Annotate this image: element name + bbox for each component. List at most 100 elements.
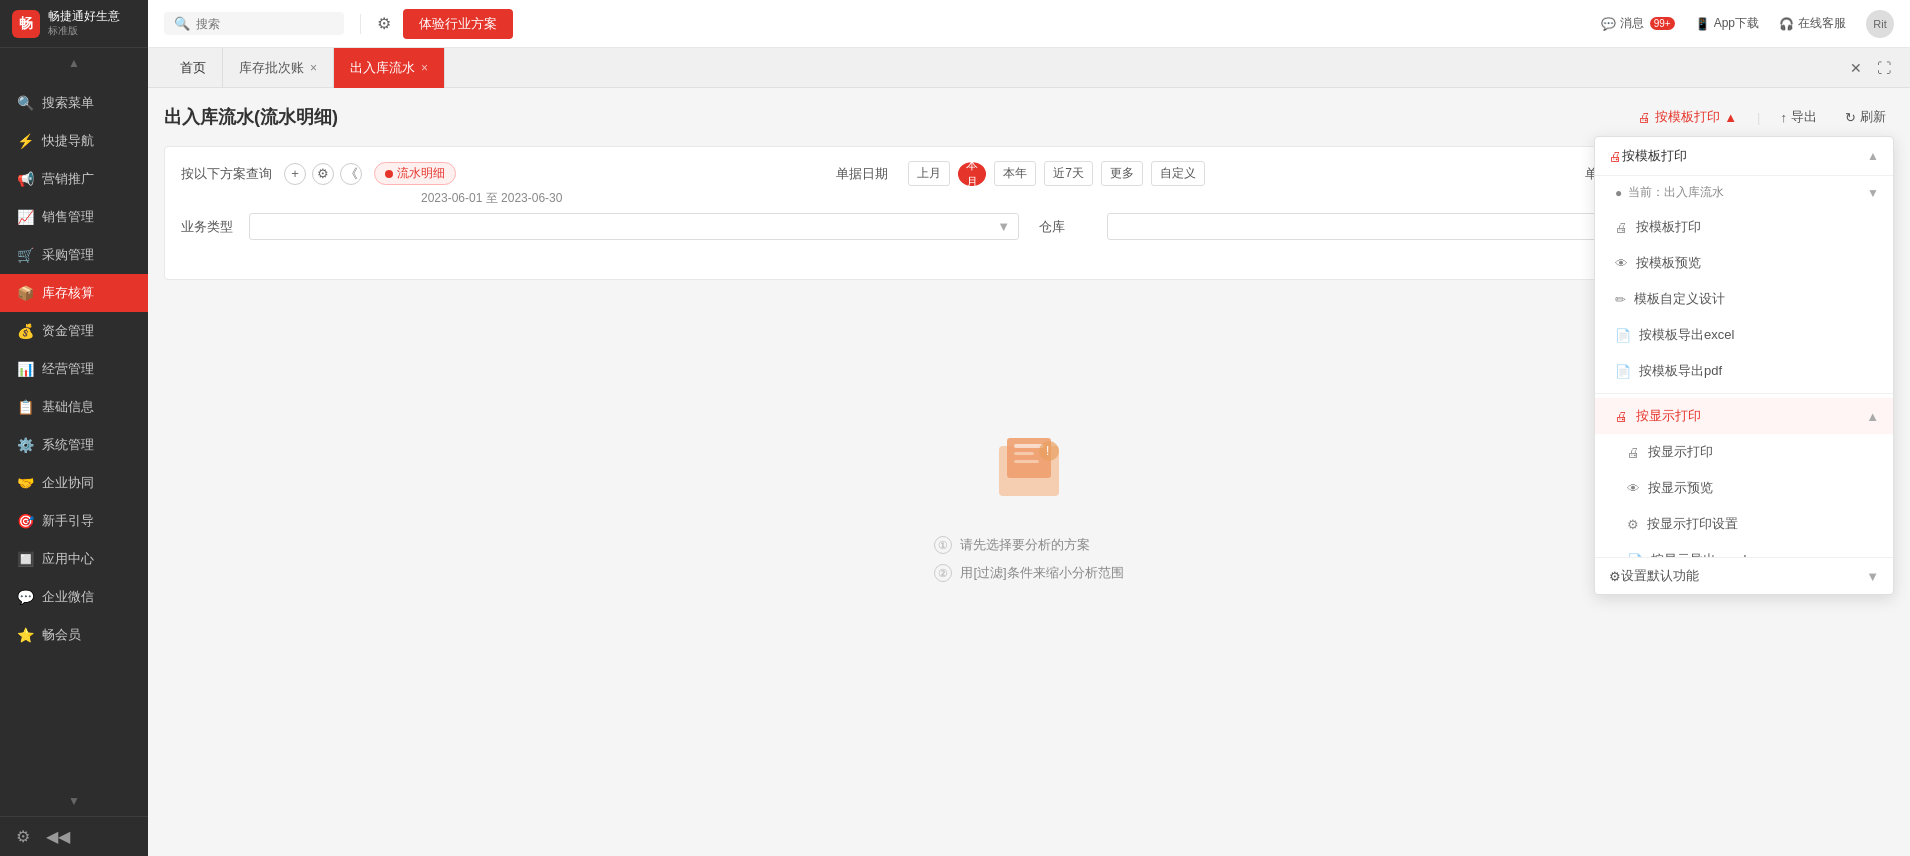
date-last-month-btn[interactable]: 上月: [908, 161, 950, 186]
sidebar-item-member[interactable]: ⭐ 畅会员: [0, 616, 148, 654]
template-custom-icon: ✏: [1615, 292, 1626, 307]
tab-flow-label: 出入库流水: [350, 59, 415, 77]
phone-icon: 📱: [1695, 17, 1710, 31]
dropdown-section-display-print[interactable]: 🖨 按显示打印 ▲: [1595, 398, 1893, 434]
sidebar-item-label: 应用中心: [42, 550, 94, 568]
current-arrow[interactable]: ▼: [1867, 186, 1879, 200]
footer-arrow: ▼: [1866, 569, 1879, 584]
tab-batch-account-label: 库存批次账: [239, 59, 304, 77]
settings-bottom-icon[interactable]: ⚙: [16, 827, 30, 846]
sidebar-item-search[interactable]: 🔍 搜索菜单: [0, 84, 148, 122]
user-avatar-btn[interactable]: Rit: [1866, 10, 1894, 38]
dropdown-item-template-print[interactable]: 🖨 按模板打印: [1595, 209, 1893, 245]
operations-icon: 📊: [16, 360, 34, 378]
date-more-btn[interactable]: 更多: [1101, 161, 1143, 186]
step-num-1: ①: [934, 536, 952, 554]
dropdown-current: ● 当前：出入库流水 ▼: [1595, 176, 1893, 209]
basics-icon: 📋: [16, 398, 34, 416]
dropdown-item-display-settings[interactable]: ⚙ 按显示打印设置: [1595, 506, 1893, 542]
filter-collapse-btn[interactable]: 《: [340, 163, 362, 185]
online-service-btn[interactable]: 🎧 在线客服: [1779, 15, 1846, 32]
dropdown-item-template-pdf[interactable]: 📄 按模板导出pdf: [1595, 353, 1893, 389]
tab-flow-close[interactable]: ×: [421, 61, 428, 75]
date-filter-controls: 上月 本月 本年 近7天 更多 自定义: [908, 161, 1205, 186]
sidebar-item-label: 系统管理: [42, 436, 94, 454]
filter-tag-label: 流水明细: [397, 165, 445, 182]
sidebar-item-inventory[interactable]: 📦 库存核算: [0, 274, 148, 312]
sidebar-item-app-center[interactable]: 🔲 应用中心: [0, 540, 148, 578]
sidebar-item-quick-nav[interactable]: ⚡ 快捷导航: [0, 122, 148, 160]
page-title-bar: 出入库流水(流水明细) 🖨 按模板打印 ▲ | ↑ 导出 ↻ 刷新: [164, 104, 1894, 130]
sidebar-logo: 畅 畅捷通好生意 标准版: [0, 0, 148, 48]
sidebar-item-operations[interactable]: 📊 经营管理: [0, 350, 148, 388]
dropdown-item-template-preview[interactable]: 👁 按模板预览: [1595, 245, 1893, 281]
brand-name: 畅捷通好生意: [48, 9, 120, 25]
dropdown-item-display-preview[interactable]: 👁 按显示预览: [1595, 470, 1893, 506]
business-type-group: 业务类型 ▼: [181, 213, 1019, 240]
search-input[interactable]: [196, 17, 334, 31]
filter-settings-btn[interactable]: ⚙: [312, 163, 334, 185]
refresh-btn[interactable]: ↻ 刷新: [1837, 104, 1894, 130]
tab-home[interactable]: 首页: [164, 48, 223, 88]
date-label: 单据日期: [836, 165, 896, 183]
current-dot: ●: [1615, 186, 1622, 200]
close-window-btn[interactable]: ✕: [1846, 58, 1866, 78]
export-btn[interactable]: ↑ 导出: [1773, 104, 1826, 130]
sidebar-item-guide[interactable]: 🎯 新手引导: [0, 502, 148, 540]
maximize-window-btn[interactable]: ⛶: [1874, 58, 1894, 78]
sidebar-item-label: 快捷导航: [42, 132, 94, 150]
business-type-arrow[interactable]: ▼: [997, 219, 1010, 234]
sidebar-item-label: 营销推广: [42, 170, 94, 188]
dropdown-item-display-excel[interactable]: 📄 按显示导出excel: [1595, 542, 1893, 557]
date-custom-btn[interactable]: 自定义: [1151, 161, 1205, 186]
topbar-search-box[interactable]: 🔍: [164, 12, 344, 35]
export-icon: ↑: [1781, 110, 1788, 125]
filter-search-label: 按以下方案查询: [181, 165, 272, 183]
message-badge: 99+: [1650, 17, 1675, 30]
display-print-section-icon: 🖨: [1615, 409, 1628, 424]
sidebar-item-system[interactable]: ⚙️ 系统管理: [0, 426, 148, 464]
dropdown-printer-icon: 🖨: [1609, 149, 1622, 164]
message-btn[interactable]: 💬 消息 99+: [1601, 15, 1675, 32]
scroll-down-btn[interactable]: ▼: [0, 786, 148, 816]
svg-rect-2: [1014, 444, 1044, 448]
industry-btn[interactable]: 体验行业方案: [403, 9, 513, 39]
sidebar-item-enterprise[interactable]: 🤝 企业协同: [0, 464, 148, 502]
date-this-year-btn[interactable]: 本年: [994, 161, 1036, 186]
print-template-btn[interactable]: 🖨 按模板打印 ▲: [1630, 104, 1745, 130]
dropdown-item-display-print[interactable]: 🖨 按显示打印: [1595, 434, 1893, 470]
dropdown-item-template-excel[interactable]: 📄 按模板导出excel: [1595, 317, 1893, 353]
dropdown-collapse-arrow[interactable]: ▲: [1867, 149, 1879, 163]
sidebar-item-purchase[interactable]: 🛒 采购管理: [0, 236, 148, 274]
tab-flow[interactable]: 出入库流水 ×: [334, 48, 445, 88]
sidebar-item-sales[interactable]: 📈 销售管理: [0, 198, 148, 236]
sidebar-item-marketing[interactable]: 📢 营销推广: [0, 160, 148, 198]
topbar-gear-icon[interactable]: ⚙: [377, 14, 391, 33]
app-download-btn[interactable]: 📱 App下载: [1695, 15, 1759, 32]
purchase-icon: 🛒: [16, 246, 34, 264]
sidebar-item-label: 畅会员: [42, 626, 81, 644]
sidebar-item-label: 经营管理: [42, 360, 94, 378]
sidebar-item-label: 企业协同: [42, 474, 94, 492]
inventory-icon: 📦: [16, 284, 34, 302]
filter-add-btn[interactable]: +: [284, 163, 306, 185]
tab-batch-account-close[interactable]: ×: [310, 61, 317, 75]
member-icon: ⭐: [16, 626, 34, 644]
display-section-arrow: ▲: [1866, 409, 1879, 424]
dropdown-footer[interactable]: ⚙ 设置默认功能 ▼: [1595, 557, 1893, 594]
step-num-2: ②: [934, 564, 952, 582]
scroll-up-btn[interactable]: ▲: [0, 48, 148, 78]
sidebar-menu: 🔍 搜索菜单 ⚡ 快捷导航 📢 营销推广 📈 销售管理 🛒 采购管理 📦 库存核…: [0, 78, 148, 786]
date-last-7days-btn[interactable]: 近7天: [1044, 161, 1093, 186]
sidebar-item-finance[interactable]: 💰 资金管理: [0, 312, 148, 350]
sidebar-item-basics[interactable]: 📋 基础信息: [0, 388, 148, 426]
tab-batch-account[interactable]: 库存批次账 ×: [223, 48, 334, 88]
sidebar-item-wechat[interactable]: 💬 企业微信: [0, 578, 148, 616]
collapse-sidebar-icon[interactable]: ◀◀: [46, 827, 70, 846]
dropdown-item-template-custom[interactable]: ✏ 模板自定义设计: [1595, 281, 1893, 317]
sidebar-item-label: 企业微信: [42, 588, 94, 606]
template-print-icon: 🖨: [1615, 220, 1628, 235]
business-type-label: 业务类型: [181, 218, 241, 236]
filter-tag: 流水明细: [374, 162, 456, 185]
date-this-month-btn[interactable]: 本月: [958, 162, 986, 186]
